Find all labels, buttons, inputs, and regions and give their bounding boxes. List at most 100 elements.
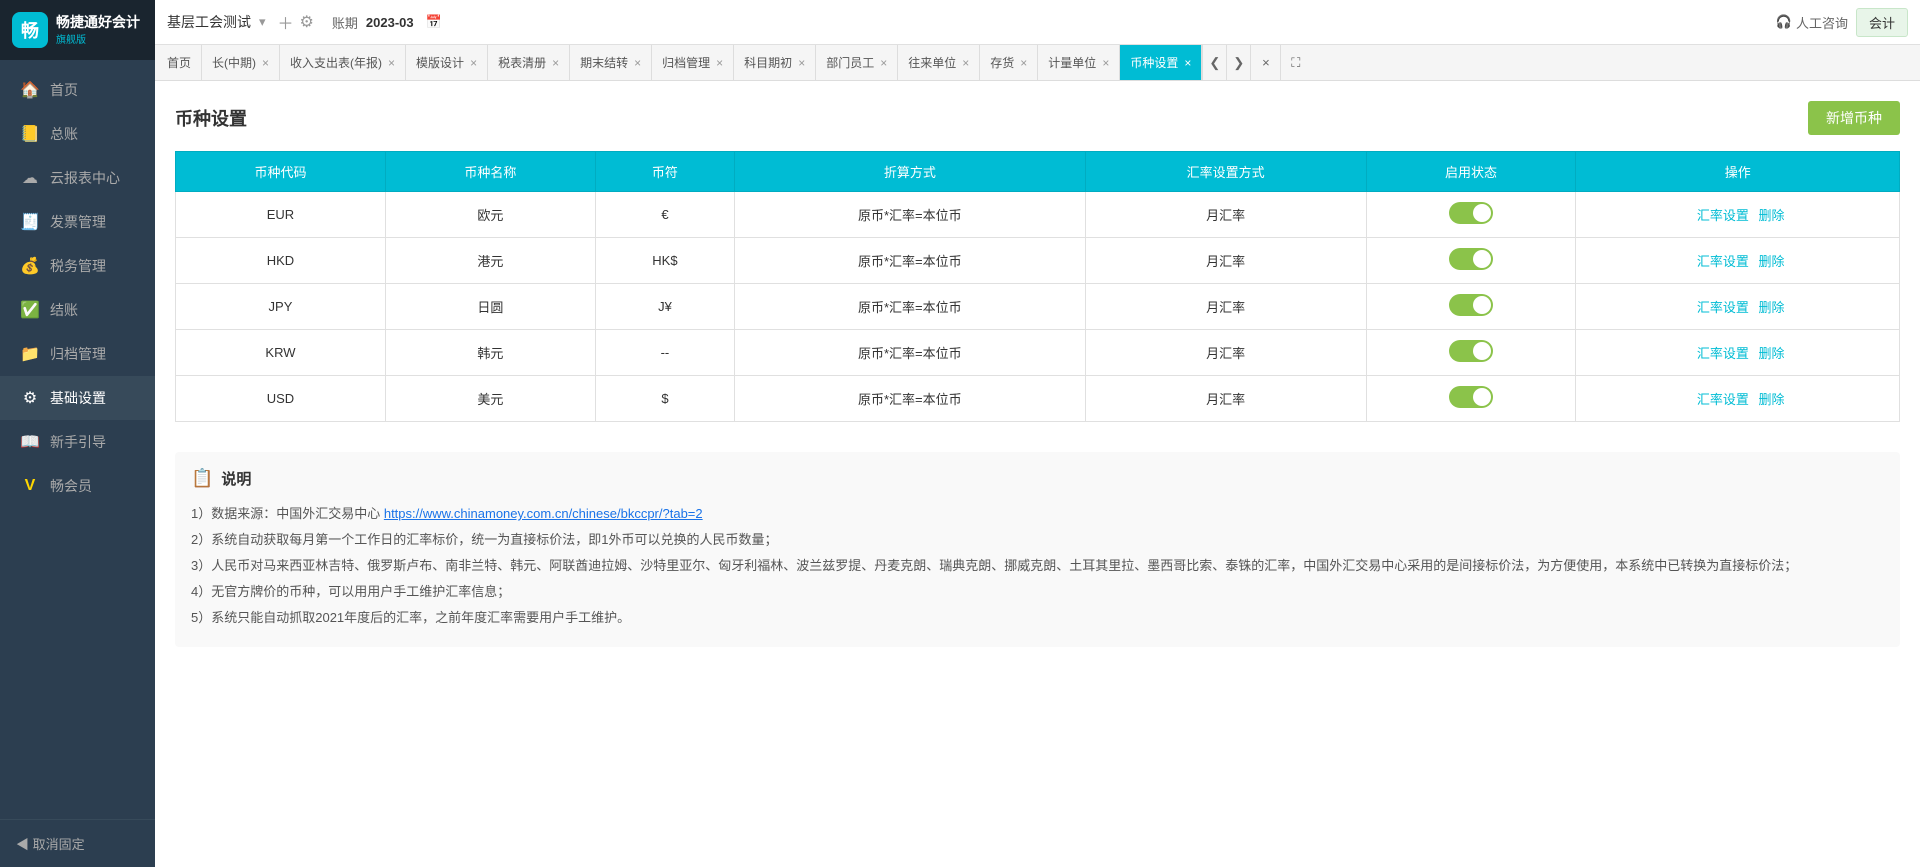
new-currency-button[interactable]: 新增币种: [1808, 101, 1900, 135]
account-button[interactable]: 会计: [1856, 8, 1908, 37]
cell-rate-method: 月汇率: [1085, 192, 1366, 238]
notes-link[interactable]: https://www.chinamoney.com.cn/chinese/bk…: [384, 506, 703, 521]
tab-dept[interactable]: 部门员工 ×: [816, 45, 898, 81]
ledger-icon: 📒: [20, 124, 40, 144]
help-button[interactable]: 🎧 人工咨询: [1776, 13, 1848, 32]
tab-close-icon[interactable]: ×: [1184, 56, 1191, 70]
cell-calc: 原币*汇率=本位币: [734, 192, 1085, 238]
tab-inventory[interactable]: 存货 ×: [980, 45, 1038, 81]
check-icon: ✅: [20, 300, 40, 320]
app-subtitle: 旗舰版: [56, 31, 140, 46]
tab-subjects[interactable]: 科目期初 ×: [734, 45, 816, 81]
tab-period-end[interactable]: 期末结转 ×: [570, 45, 652, 81]
topbar-right: 🎧 人工咨询 会计: [1776, 8, 1908, 37]
logo-text-block: 畅捷通好会计 旗舰版: [56, 14, 140, 46]
rate-setting-link[interactable]: 汇率设置: [1697, 208, 1749, 223]
sidebar-item-reports[interactable]: ☁ 云报表中心: [0, 156, 155, 200]
delete-link[interactable]: 删除: [1759, 208, 1785, 223]
notes-item: 4）无官方牌价的币种，可以用用户手工维护汇率信息；: [191, 579, 1884, 605]
tab-bar: 首页 长(中期) × 收入支出表(年报) × 模版设计 × 税表清册 × 期末结…: [155, 45, 1920, 81]
vip-icon: V: [20, 477, 40, 495]
content-area: 币种设置 新增币种 币种代码 币种名称 币符 折算方式 汇率设置方式 启用状态 …: [155, 81, 1920, 867]
tab-next-btn[interactable]: ❯: [1226, 45, 1250, 81]
settings-icon: ⚙: [20, 388, 40, 408]
workspace-dropdown-icon[interactable]: ▾: [259, 14, 266, 30]
sidebar-item-label: 云报表中心: [50, 168, 120, 188]
tab-close-icon[interactable]: ×: [962, 56, 969, 70]
sidebar-item-archive[interactable]: 📁 归档管理: [0, 332, 155, 376]
tab-close-icon[interactable]: ×: [1020, 56, 1027, 70]
tab-close-icon[interactable]: ×: [1102, 56, 1109, 70]
toggle-enabled[interactable]: [1449, 386, 1493, 408]
cell-actions: 汇率设置 删除: [1576, 284, 1900, 330]
tab-close-icon[interactable]: ×: [798, 56, 805, 70]
cell-actions: 汇率设置 删除: [1576, 192, 1900, 238]
delete-link[interactable]: 删除: [1759, 346, 1785, 361]
tab-partner[interactable]: 往来单位 ×: [898, 45, 980, 81]
guide-icon: 📖: [20, 432, 40, 452]
rate-setting-link[interactable]: 汇率设置: [1697, 346, 1749, 361]
sidebar-item-settings[interactable]: ⚙ 基础设置: [0, 376, 155, 420]
sidebar-item-invoice[interactable]: 🧾 发票管理: [0, 200, 155, 244]
sidebar-item-vip[interactable]: V 畅会员: [0, 464, 155, 508]
rate-setting-link[interactable]: 汇率设置: [1697, 254, 1749, 269]
cell-code: KRW: [176, 330, 386, 376]
sidebar-item-settlement[interactable]: ✅ 结账: [0, 288, 155, 332]
tab-tax[interactable]: 税表清册 ×: [488, 45, 570, 81]
tab-fullscreen-btn[interactable]: ⛶: [1280, 45, 1310, 81]
add-workspace-icon[interactable]: ＋: [278, 10, 294, 34]
toggle-enabled[interactable]: [1449, 202, 1493, 224]
col-header-calc: 折算方式: [734, 152, 1085, 192]
tab-close-icon[interactable]: ×: [262, 56, 269, 70]
cell-code: HKD: [176, 238, 386, 284]
cell-name: 港元: [385, 238, 595, 284]
tab-close-all-btn[interactable]: ×: [1250, 45, 1280, 81]
page-title: 币种设置: [175, 105, 247, 131]
rate-setting-link[interactable]: 汇率设置: [1697, 300, 1749, 315]
sidebar-item-home[interactable]: 🏠 首页: [0, 68, 155, 112]
tab-close-icon[interactable]: ×: [388, 56, 395, 70]
tab-label: 计量单位: [1048, 54, 1096, 71]
tab-close-icon[interactable]: ×: [552, 56, 559, 70]
calendar-icon[interactable]: 📅: [426, 14, 442, 30]
delete-link[interactable]: 删除: [1759, 254, 1785, 269]
tab-home[interactable]: 首页: [157, 45, 202, 81]
tab-close-icon[interactable]: ×: [470, 56, 477, 70]
tab-income[interactable]: 收入支出表(年报) ×: [280, 45, 406, 81]
top-bar: 基层工会测试 ▾ ＋ ⚙ 账期 2023-03 📅 🎧 人工咨询 会计: [155, 0, 1920, 45]
tab-currency[interactable]: 币种设置 ×: [1120, 45, 1202, 81]
tab-close-icon[interactable]: ×: [880, 56, 887, 70]
cell-rate-method: 月汇率: [1085, 376, 1366, 422]
tab-unit[interactable]: 计量单位 ×: [1038, 45, 1120, 81]
notes-item: 5）系统只能自动抓取2021年度后的汇率，之前年度汇率需要用户手工维护。: [191, 605, 1884, 631]
toggle-knob: [1473, 204, 1491, 222]
cell-symbol: $: [595, 376, 734, 422]
tab-label: 往来单位: [908, 54, 956, 71]
toggle-enabled[interactable]: [1449, 340, 1493, 362]
tab-close-icon[interactable]: ×: [634, 56, 641, 70]
settings-workspace-icon[interactable]: ⚙: [300, 12, 314, 32]
cell-name: 美元: [385, 376, 595, 422]
tab-template[interactable]: 模版设计 ×: [406, 45, 488, 81]
tab-close-icon[interactable]: ×: [716, 56, 723, 70]
rate-setting-link[interactable]: 汇率设置: [1697, 392, 1749, 407]
cell-actions: 汇率设置 删除: [1576, 330, 1900, 376]
toggle-enabled[interactable]: [1449, 248, 1493, 270]
delete-link[interactable]: 删除: [1759, 300, 1785, 315]
sidebar-collapse-btn[interactable]: ◀ 取消固定: [0, 819, 155, 867]
tab-periodic[interactable]: 长(中期) ×: [202, 45, 280, 81]
tab-label: 税表清册: [498, 54, 546, 71]
toggle-enabled[interactable]: [1449, 294, 1493, 316]
tab-archive[interactable]: 归档管理 ×: [652, 45, 734, 81]
tab-prev-btn[interactable]: ❮: [1202, 45, 1226, 81]
table-row: USD 美元 $ 原币*汇率=本位币 月汇率 汇率设置 删除: [176, 376, 1900, 422]
sidebar-item-ledger[interactable]: 📒 总账: [0, 112, 155, 156]
toggle-knob: [1473, 342, 1491, 360]
sidebar-item-tax[interactable]: 💰 税务管理: [0, 244, 155, 288]
sidebar-item-guide[interactable]: 📖 新手引导: [0, 420, 155, 464]
delete-link[interactable]: 删除: [1759, 392, 1785, 407]
sidebar-item-label: 畅会员: [50, 476, 92, 496]
col-header-status: 启用状态: [1366, 152, 1576, 192]
sidebar-item-label: 归档管理: [50, 344, 106, 364]
cell-name: 韩元: [385, 330, 595, 376]
